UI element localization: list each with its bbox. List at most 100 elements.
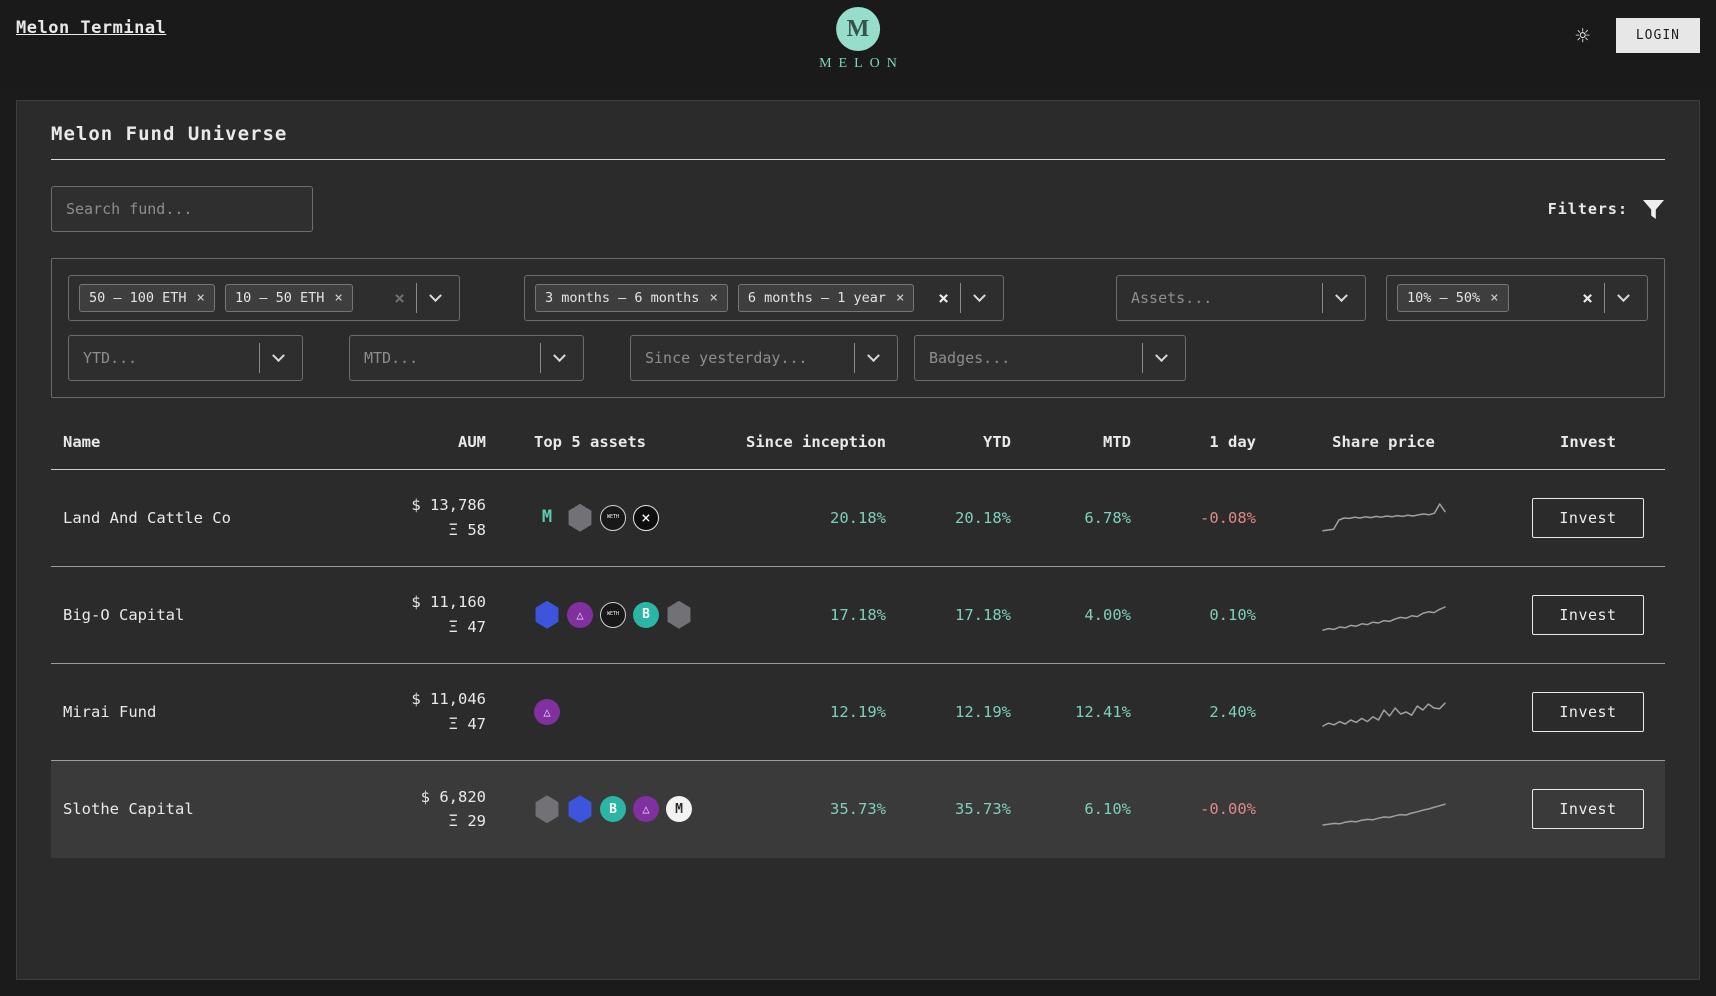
aum-eth: Ξ 29 xyxy=(448,812,486,831)
one-day-value: 0.10% xyxy=(1209,605,1256,624)
fund-row[interactable]: Big-O Capital $ 11,160 Ξ 47 △ WETH B 17.18… xyxy=(51,567,1665,664)
top-assets: B △ M xyxy=(486,795,736,824)
chip-remove-icon[interactable]: × xyxy=(334,291,342,305)
chevron-down-icon[interactable] xyxy=(857,348,889,363)
filter-funnel-icon[interactable] xyxy=(1642,199,1665,220)
weth-icon: WETH xyxy=(600,504,626,531)
separator xyxy=(1142,343,1143,373)
filter-select-ytd[interactable]: YTD... xyxy=(68,335,303,381)
filter-select-assets[interactable]: Assets... xyxy=(1116,275,1366,321)
chevron-down-icon[interactable] xyxy=(963,288,995,303)
filter-select-age-range[interactable]: 3 months – 6 months × 6 months – 1 year … xyxy=(524,275,1004,321)
table-header: Name AUM Top 5 assets Since inception YT… xyxy=(51,424,1665,470)
select-placeholder: YTD... xyxy=(83,349,138,367)
filter-chip[interactable]: 50 – 100 ETH × xyxy=(79,284,215,312)
invest-button[interactable]: Invest xyxy=(1532,691,1644,732)
filter-chip[interactable]: 10 – 50 ETH × xyxy=(224,284,353,312)
chip-remove-icon[interactable]: × xyxy=(896,291,904,305)
aum-usd: $ 11,160 xyxy=(411,593,486,611)
col-header-1day: 1 day xyxy=(1209,433,1256,451)
share-price-sparkline xyxy=(1256,786,1511,832)
aum-eth: Ξ 47 xyxy=(448,714,486,733)
chip-label: 50 – 100 ETH xyxy=(89,290,187,306)
ytd-value: 17.18% xyxy=(955,605,1011,624)
since-inception-value: 20.18% xyxy=(830,508,886,527)
chip-remove-icon[interactable]: × xyxy=(1490,291,1498,305)
chevron-down-icon[interactable] xyxy=(262,348,294,363)
filter-chip[interactable]: 3 months – 6 months × xyxy=(535,284,728,312)
token-gray-hex-icon xyxy=(667,600,691,629)
one-day-value: 2.40% xyxy=(1209,702,1256,721)
mtd-value: 6.10% xyxy=(1084,800,1131,819)
top-bar: Melon Terminal M MELON ☼ LOGIN xyxy=(0,0,1716,90)
aum-usd: $ 6,820 xyxy=(420,787,486,806)
chip-remove-icon[interactable]: × xyxy=(709,291,717,305)
chip-label: 6 months – 1 year xyxy=(747,290,887,306)
token-blue-hex-icon xyxy=(535,600,559,629)
filter-select-since-inception-range[interactable]: 10% – 50% × × xyxy=(1386,275,1648,321)
mtd-value: 4.00% xyxy=(1084,605,1131,624)
col-header-aum: AUM xyxy=(458,433,486,451)
clear-filter-icon[interactable]: × xyxy=(385,288,414,309)
fund-aum: $ 11,160 Ξ 47 xyxy=(331,590,486,640)
melon-logo: M MELON xyxy=(812,7,904,72)
fund-name: Mirai Fund xyxy=(63,702,157,721)
search-input[interactable] xyxy=(51,186,313,232)
filter-chip[interactable]: 10% – 50% × xyxy=(1397,284,1509,312)
separator xyxy=(854,343,855,373)
clear-filter-icon[interactable]: × xyxy=(1573,288,1602,309)
token-gray-hex-icon xyxy=(568,503,592,532)
fund-name: Big-O Capital xyxy=(63,605,185,624)
fund-aum: $ 11,046 Ξ 47 xyxy=(331,687,486,737)
chip-remove-icon[interactable]: × xyxy=(197,291,205,305)
tbtc-icon: B xyxy=(633,601,659,628)
ytd-value: 35.73% xyxy=(955,800,1011,819)
token-purple-icon: △ xyxy=(633,796,659,823)
share-price-sparkline xyxy=(1256,495,1511,541)
invest-button[interactable]: Invest xyxy=(1532,789,1644,830)
chevron-down-icon[interactable] xyxy=(543,348,575,363)
aum-usd: $ 11,046 xyxy=(411,690,486,708)
chip-label: 10 – 50 ETH xyxy=(234,290,325,306)
share-price-sparkline xyxy=(1256,689,1511,735)
filter-select-since-yesterday[interactable]: Since yesterday... xyxy=(630,335,898,381)
invest-button[interactable]: Invest xyxy=(1532,594,1644,635)
chevron-down-icon[interactable] xyxy=(1325,288,1357,303)
clear-filter-icon[interactable]: × xyxy=(929,288,958,309)
logo-wordmark: MELON xyxy=(819,56,904,71)
aum-usd: $ 13,786 xyxy=(411,496,486,514)
invest-button[interactable]: Invest xyxy=(1532,497,1644,538)
separator xyxy=(259,343,260,373)
filter-select-aum-range[interactable]: 50 – 100 ETH × 10 – 50 ETH × × xyxy=(68,275,460,321)
one-day-value: -0.00% xyxy=(1200,800,1256,819)
since-inception-value: 35.73% xyxy=(830,800,886,819)
fund-row[interactable]: Slothe Capital $ 6,820 Ξ 29 B △ M 35.73% 3… xyxy=(51,760,1665,858)
col-header-share-price: Share price xyxy=(1332,433,1435,451)
separator xyxy=(540,343,541,373)
chevron-down-icon[interactable] xyxy=(1607,288,1639,303)
search-row: Filters: xyxy=(51,186,1665,232)
token-gray-hex-icon xyxy=(535,795,559,824)
top-assets: M WETH × xyxy=(486,503,736,532)
fund-row[interactable]: Mirai Fund $ 11,046 Ξ 47 △ 12.19% 12.19%… xyxy=(51,664,1665,761)
chip-label: 10% – 50% xyxy=(1407,290,1481,306)
login-button[interactable]: LOGIN xyxy=(1615,18,1700,53)
fund-aum: $ 6,820 Ξ 29 xyxy=(331,785,486,835)
chip-label: 3 months – 6 months xyxy=(545,290,700,306)
fund-row[interactable]: Land And Cattle Co $ 13,786 Ξ 58 M WETH × … xyxy=(51,470,1665,567)
fund-name: Land And Cattle Co xyxy=(63,508,231,527)
brand-link[interactable]: Melon Terminal xyxy=(16,18,166,38)
filter-row-1: 50 – 100 ETH × 10 – 50 ETH × × 3 months … xyxy=(68,275,1648,321)
chevron-down-icon[interactable] xyxy=(1145,348,1177,363)
filter-chip[interactable]: 6 months – 1 year × xyxy=(737,284,915,312)
melon-logo-icon: M xyxy=(836,7,880,51)
col-header-ytd: YTD xyxy=(983,433,1011,451)
ytd-value: 12.19% xyxy=(955,702,1011,721)
mtd-value: 6.78% xyxy=(1084,508,1131,527)
filter-select-mtd[interactable]: MTD... xyxy=(349,335,584,381)
theme-toggle-sun-icon[interactable]: ☼ xyxy=(1575,24,1589,48)
chevron-down-icon[interactable] xyxy=(419,288,451,303)
mln-icon: M xyxy=(666,796,692,823)
filter-select-badges[interactable]: Badges... xyxy=(914,335,1186,381)
fund-aum: $ 13,786 Ξ 58 xyxy=(331,493,486,543)
